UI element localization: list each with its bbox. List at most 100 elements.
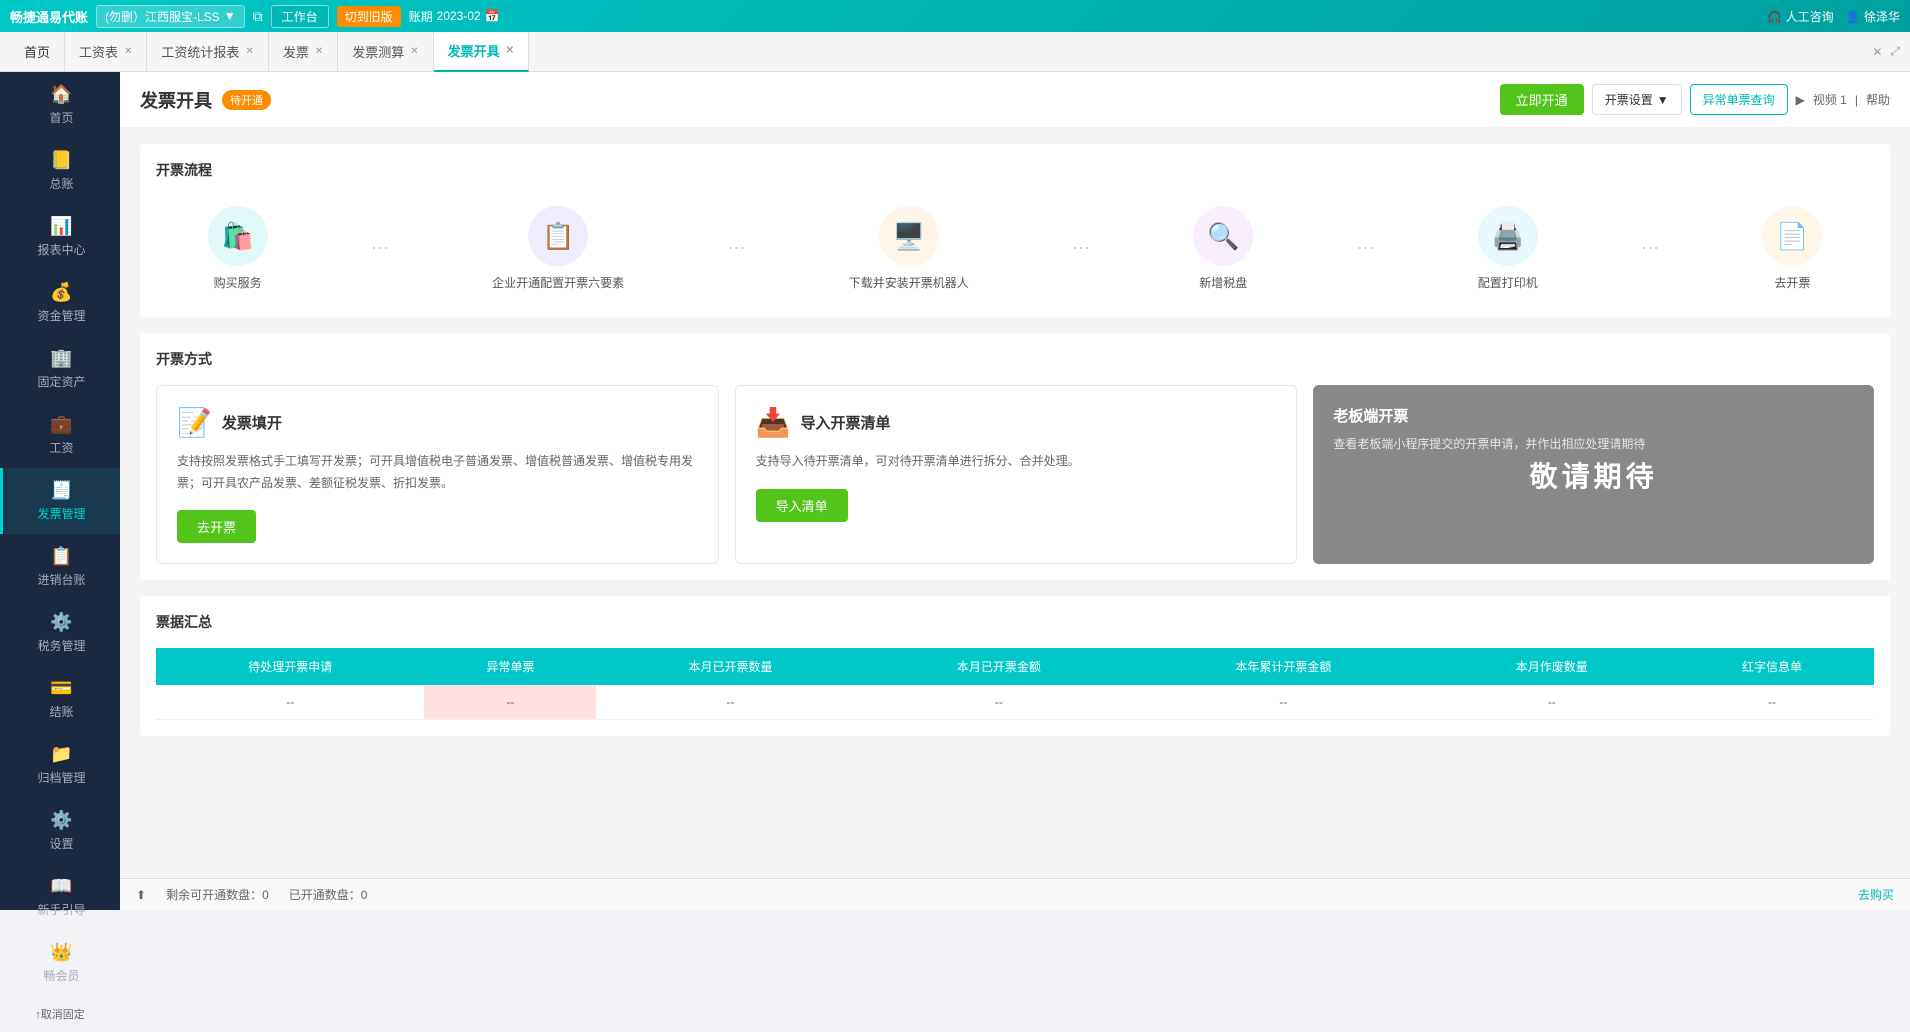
tab-invoice-close[interactable]: ✕ — [315, 46, 323, 57]
import-title: 导入开票清单 — [801, 412, 891, 433]
tab-salary-report-close[interactable]: ✕ — [245, 46, 253, 57]
tab-salary-report-label: 工资统计报表 — [161, 42, 239, 61]
open-settings-label: 开票设置 — [1605, 91, 1653, 108]
sidebar-tax-label: 税务管理 — [37, 637, 85, 654]
flow-step-config-printer[interactable]: 🖨️ 配置打印机 — [1478, 206, 1538, 291]
flow-step-buy-service[interactable]: 🛍️ 购买服务 — [208, 206, 268, 291]
headset-icon: 🎧 — [1767, 10, 1782, 24]
support-button[interactable]: 🎧 人工咨询 — [1767, 8, 1833, 25]
purchase-sales-icon: 📋 — [50, 546, 72, 567]
abnormal-query-button[interactable]: 异常单票查询 — [1690, 84, 1788, 115]
video-icon: ▶ — [1796, 93, 1805, 107]
sidebar-ledger-label: 总账 — [49, 175, 73, 192]
sidebar-pin-action[interactable]: ↑取消固定 — [0, 996, 120, 1032]
settings-icon: ⚙️ — [50, 810, 72, 831]
col-month-void: 本月作废数量 — [1434, 648, 1670, 685]
top-bar-right: 🎧 人工咨询 👤 徐泽华 — [1767, 8, 1900, 25]
issue-invoice-label: 去开票 — [1774, 274, 1810, 291]
copy-icon[interactable]: ⧉ — [253, 8, 263, 25]
sidebar-reports-label: 报表中心 — [37, 241, 85, 258]
import-header: 📥 导入开票清单 — [756, 406, 1277, 439]
tab-invoice-tool-label: 发票开具 — [448, 41, 500, 60]
sidebar-archive-label: 归档管理 — [37, 769, 85, 786]
flow-step-issue-invoice[interactable]: 📄 去开票 — [1762, 206, 1822, 291]
assets-icon: 🏢 — [50, 348, 72, 369]
methods-title: 开票方式 — [156, 349, 1874, 369]
buy-service-icon: 🛍️ — [221, 221, 253, 252]
footer-bar: ⬆ 剩余可开通数盘：0 已开通数盘：0 去购买 — [120, 878, 1910, 910]
manual-header: 📝 发票填开 — [177, 406, 698, 439]
tab-salary[interactable]: 工资表 ✕ — [65, 32, 147, 72]
tab-invoice[interactable]: 发票 ✕ — [269, 32, 338, 72]
restore-icon[interactable]: ⤢ — [1890, 44, 1900, 59]
open-settings-button[interactable]: 开票设置 ▼ — [1592, 84, 1682, 115]
cell-pending: -- — [156, 685, 424, 720]
user-avatar[interactable]: 👤 徐泽华 — [1846, 8, 1900, 25]
sidebar-item-invoice-mgmt[interactable]: 🧾 发票管理 — [0, 468, 120, 534]
sidebar-item-purchase-sales[interactable]: 📋 进销台账 — [0, 534, 120, 600]
arrow-1: ⋯ — [371, 238, 389, 259]
top-bar: 畅捷通易代账 (勿删）江西服宝-LSS ▼ ⧉ 工作台 切到旧版 账期 2023… — [0, 0, 1910, 32]
support-label: 人工咨询 — [1786, 10, 1834, 24]
enterprise-setup-icon: 📋 — [542, 221, 574, 252]
period-info: 账期 2023-02 📅 — [409, 8, 500, 25]
tab-invoice-label: 发票 — [283, 42, 309, 61]
summary-row: -- -- -- -- -- -- -- — [156, 685, 1874, 720]
workstation-button[interactable]: 工作台 — [271, 5, 329, 28]
sidebar-item-funds[interactable]: 💰 资金管理 — [0, 270, 120, 336]
tab-invoice-tool[interactable]: 发票开具 ✕ — [434, 32, 529, 72]
calendar-icon[interactable]: 📅 — [485, 9, 500, 23]
col-month-amount: 本月已开票金额 — [865, 648, 1133, 685]
manual-issue-button[interactable]: 去开票 — [177, 510, 256, 543]
immediate-open-button[interactable]: 立即开通 — [1500, 84, 1584, 115]
cell-red-info: -- — [1670, 685, 1874, 720]
summary-section: 票据汇总 待处理开票申请 异常单票 本月已开票数量 本月已开票金额 本年累计开票… — [140, 596, 1890, 736]
main-layout: 🏠 首页 📒 总账 📊 报表中心 💰 资金管理 🏢 固定资产 💼 工资 🧾 发票… — [0, 72, 1910, 910]
sidebar-item-tax[interactable]: ⚙️ 税务管理 — [0, 600, 120, 666]
tab-home[interactable]: 首页 — [10, 32, 65, 72]
import-list-button[interactable]: 导入清单 — [756, 489, 848, 522]
sidebar-item-settings[interactable]: ⚙️ 设置 — [0, 798, 120, 864]
sidebar-item-assets[interactable]: 🏢 固定资产 — [0, 336, 120, 402]
coming-soon: 敬请期待 — [1313, 385, 1874, 564]
buy-service-label: 购买服务 — [214, 274, 262, 291]
arrow-5: ⋯ — [1641, 238, 1659, 259]
footer-buy-link[interactable]: 去购买 — [1858, 886, 1894, 903]
view-count[interactable]: 视频 1 — [1813, 91, 1847, 108]
sidebar-item-reports[interactable]: 📊 报表中心 — [0, 204, 120, 270]
col-pending: 待处理开票申请 — [156, 648, 424, 685]
tab-invoice-calc-close[interactable]: ✕ — [410, 46, 418, 57]
tab-invoice-tool-close[interactable]: ✕ — [506, 45, 514, 56]
method-card-manual: 📝 发票填开 支持按照发票格式手工填写开发票；可开具增值税电子普通发票、增值税普… — [156, 385, 719, 564]
top-bar-left: 畅捷通易代账 (勿删）江西服宝-LSS ▼ ⧉ 工作台 切到旧版 账期 2023… — [10, 5, 500, 28]
period-value: 2023-02 — [437, 9, 481, 23]
tab-salary-close[interactable]: ✕ — [124, 46, 132, 57]
sidebar-funds-label: 资金管理 — [37, 307, 85, 324]
close-tab-icon[interactable]: ✕ — [1872, 45, 1882, 59]
status-badge: 待开通 — [222, 90, 271, 110]
add-taxbox-icon: 🔍 — [1207, 221, 1239, 252]
sidebar-home-label: 首页 — [49, 109, 73, 126]
tab-salary-report[interactable]: 工资统计报表 ✕ — [147, 32, 268, 72]
flow-step-add-taxbox[interactable]: 🔍 新增税盘 — [1193, 206, 1253, 291]
sidebar-item-settlement[interactable]: 💳 结账 — [0, 666, 120, 732]
company-selector[interactable]: (勿删）江西服宝-LSS ▼ — [96, 5, 245, 28]
sidebar-item-guide[interactable]: 📖 新手引导 — [0, 864, 120, 930]
tab-invoice-calc[interactable]: 发票测算 ✕ — [338, 32, 433, 72]
sidebar-item-home[interactable]: 🏠 首页 — [0, 72, 120, 138]
cell-abnormal: -- — [424, 685, 596, 720]
sidebar-item-member[interactable]: 👑 畅会员 — [0, 930, 120, 996]
cell-month-void: -- — [1434, 685, 1670, 720]
flow-title: 开票流程 — [156, 160, 1874, 180]
flow-step-enterprise-setup[interactable]: 📋 企业开通配置开票六要素 — [492, 206, 624, 291]
old-version-button[interactable]: 切到旧版 — [337, 6, 401, 27]
sidebar-item-salary[interactable]: 💼 工资 — [0, 402, 120, 468]
help-area: ▶ 视频 1 | 帮助 — [1796, 91, 1890, 108]
tab-bar-actions: ✕ ⤢ — [1872, 44, 1900, 59]
footer-opened: 已开通数盘：0 — [289, 886, 368, 903]
sidebar-item-archive[interactable]: 📁 归档管理 — [0, 732, 120, 798]
manual-title: 发票填开 — [222, 412, 282, 433]
help-link[interactable]: 帮助 — [1866, 91, 1890, 108]
flow-step-download-robot[interactable]: 🖥️ 下载并安装开票机器人 — [849, 206, 969, 291]
sidebar-item-ledger[interactable]: 📒 总账 — [0, 138, 120, 204]
